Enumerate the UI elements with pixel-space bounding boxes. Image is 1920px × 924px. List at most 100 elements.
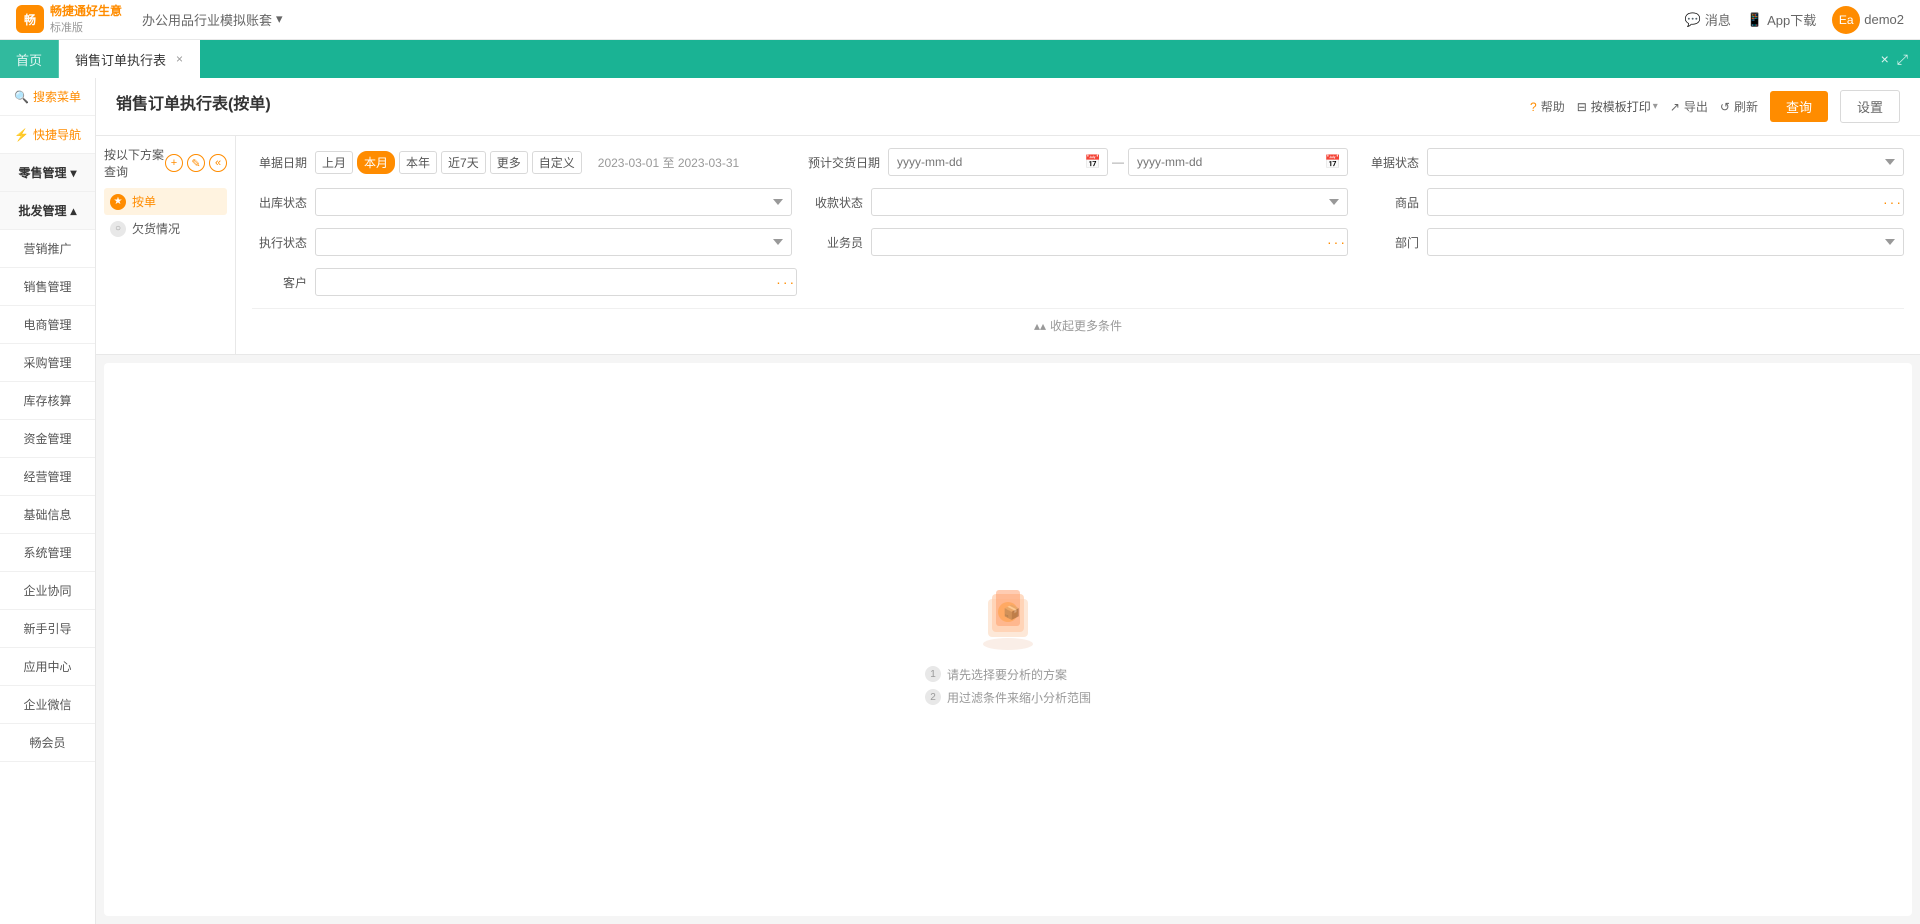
sales-input-wrap[interactable]: ···: [871, 228, 1348, 256]
scheme-item-shortage[interactable]: ○ 欠货情况: [104, 215, 227, 242]
filter-exec-field: 执行状态: [252, 228, 792, 256]
sidebar-item-wholesale[interactable]: 批发管理 ▴: [0, 192, 95, 230]
breadcrumb-arrow[interactable]: ▾: [276, 11, 283, 27]
sidebar-item-sales[interactable]: 销售管理: [0, 268, 95, 306]
header-right: 💬 消息 📱 App下载 Ea demo2: [1685, 6, 1904, 34]
sidebar-item-finance[interactable]: 资金管理: [0, 420, 95, 458]
sidebar-item-member[interactable]: 畅会员: [0, 724, 95, 762]
expected-date-start[interactable]: 📅: [888, 148, 1108, 176]
expected-date-start-input[interactable]: [889, 155, 1079, 169]
goods-dots-icon[interactable]: ···: [1883, 194, 1903, 210]
message-btn[interactable]: 💬 消息: [1685, 10, 1731, 29]
tab-sales-order-label: 销售订单执行表: [75, 50, 166, 69]
scheme-icon-secondary: ○: [110, 221, 126, 237]
status-label: 单据状态: [1364, 154, 1419, 171]
empty-step-1-text: 请先选择要分析的方案: [947, 666, 1067, 683]
scheme-header-title: 按以下方案查询: [104, 146, 165, 180]
sidebar-item-operations[interactable]: 经营管理: [0, 458, 95, 496]
date-btn-cur-month[interactable]: 本月: [357, 151, 395, 174]
sidebar-item-enterprise[interactable]: 企业协同: [0, 572, 95, 610]
sidebar-system-label: 系统管理: [23, 544, 71, 561]
scheme-item-shortage-label: 欠货情况: [132, 220, 180, 237]
empty-step-1: 1 请先选择要分析的方案: [925, 666, 1091, 683]
query-button[interactable]: 查询: [1770, 91, 1828, 122]
window-close-icon[interactable]: ×: [1881, 51, 1889, 67]
tab-close-icon[interactable]: ×: [176, 52, 183, 66]
sidebar-item-ecommerce[interactable]: 电商管理: [0, 306, 95, 344]
sales-input[interactable]: [872, 235, 1327, 249]
sidebar-item-apps[interactable]: 应用中心: [0, 648, 95, 686]
collapse-btn[interactable]: ▴▴ 收起更多条件: [252, 308, 1904, 342]
settings-button[interactable]: 设置: [1840, 90, 1900, 123]
goods-input[interactable]: [1428, 195, 1883, 209]
sidebar-item-wechat[interactable]: 企业微信: [0, 686, 95, 724]
print-btn[interactable]: ⊟ 按模板打印 ▾: [1577, 98, 1658, 115]
expected-date-label: 预计交货日期: [808, 154, 880, 171]
scheme-icon-active: ★: [110, 194, 126, 210]
status-select[interactable]: [1427, 148, 1904, 176]
sidebar-enterprise-label: 企业协同: [23, 582, 71, 599]
date-separator: —: [1112, 155, 1124, 169]
exec-select[interactable]: [315, 228, 792, 256]
tab-home[interactable]: 首页: [0, 40, 59, 78]
app-download-btn[interactable]: 📱 App下载: [1747, 10, 1816, 29]
sidebar-item-newuser[interactable]: 新手引导: [0, 610, 95, 648]
scheme-sidebar: 按以下方案查询 + ✎ « ★ 按单 ○ 欠货情况: [96, 136, 236, 354]
app-download-label: App下载: [1767, 10, 1816, 29]
goods-input-wrap[interactable]: ···: [1427, 188, 1904, 216]
expected-date-end[interactable]: 📅: [1128, 148, 1348, 176]
date-btn-more[interactable]: 更多: [490, 151, 528, 174]
refresh-btn[interactable]: ↺ 刷新: [1720, 98, 1758, 115]
scheme-item-order[interactable]: ★ 按单: [104, 188, 227, 215]
filter-row-3: 执行状态 业务员 ··· 部门: [252, 228, 1904, 256]
filter-row-4: 客户 ···: [252, 268, 1904, 296]
filter-date-field: 单据日期 上月 本月 本年 近7天 更多 自定义 2023-03-01 至 20…: [252, 151, 792, 174]
print-main: ⊟ 按模板打印: [1577, 98, 1651, 115]
dept-select[interactable]: [1427, 228, 1904, 256]
refresh-label: 刷新: [1734, 98, 1758, 115]
sidebar-item-purchase[interactable]: 采购管理: [0, 344, 95, 382]
sidebar-item-inventory[interactable]: 库存核算: [0, 382, 95, 420]
expected-date-end-input[interactable]: [1129, 155, 1319, 169]
sidebar-item-system[interactable]: 系统管理: [0, 534, 95, 572]
refresh-icon: ↺: [1720, 100, 1730, 114]
sidebar-finance-label: 资金管理: [23, 430, 71, 447]
sidebar-item-basic[interactable]: 基础信息: [0, 496, 95, 534]
sales-dots-icon[interactable]: ···: [1327, 234, 1347, 250]
date-btn-7days[interactable]: 近7天: [441, 151, 486, 174]
filter-sales-field: 业务员 ···: [808, 228, 1348, 256]
date-btn-year[interactable]: 本年: [399, 151, 437, 174]
export-btn[interactable]: ↗ 导出: [1670, 98, 1708, 115]
scheme-edit-btn[interactable]: ✎: [187, 154, 205, 172]
breadcrumb: 办公用品行业模拟账套 ▾: [142, 10, 283, 29]
phone-icon: 📱: [1747, 12, 1763, 28]
sales-label: 业务员: [808, 234, 863, 251]
filter-status-field: 单据状态: [1364, 148, 1904, 176]
logo-icon: 畅: [16, 5, 44, 33]
sidebar-search[interactable]: 🔍 搜索菜单: [0, 78, 95, 116]
data-area: 📦 1 请先选择要分析的方案 2 用过滤条件来缩小分析范围: [104, 363, 1912, 916]
customer-input-wrap[interactable]: ···: [315, 268, 797, 296]
scheme-add-btn[interactable]: +: [165, 154, 183, 172]
outstock-label: 出库状态: [252, 194, 307, 211]
outstock-select[interactable]: [315, 188, 792, 216]
filter-panel: 按以下方案查询 + ✎ « ★ 按单 ○ 欠货情况: [96, 136, 1920, 355]
date-btn-custom[interactable]: 自定义: [532, 151, 582, 174]
sidebar-item-retail[interactable]: 零售管理 ▾: [0, 154, 95, 192]
sidebar-item-marketing[interactable]: 营销推广: [0, 230, 95, 268]
tab-sales-order[interactable]: 销售订单执行表 ×: [59, 40, 200, 78]
user-area[interactable]: Ea demo2: [1832, 6, 1904, 34]
collapse-text: 收起更多条件: [1050, 317, 1122, 334]
sidebar-quick-nav[interactable]: ⚡ 快捷导航: [0, 116, 95, 154]
help-btn[interactable]: ? 帮助: [1530, 98, 1565, 115]
empty-step-2-text: 用过滤条件来缩小分析范围: [947, 689, 1091, 706]
date-btn-prev-month[interactable]: 上月: [315, 151, 353, 174]
filter-customer-field: 客户 ···: [252, 268, 797, 296]
window-expand-icon[interactable]: ⤢: [1897, 51, 1908, 68]
nav-icon: ⚡: [14, 128, 29, 142]
scheme-collapse-btn[interactable]: «: [209, 154, 227, 172]
customer-input[interactable]: [316, 275, 776, 289]
pay-select[interactable]: [871, 188, 1348, 216]
logo-sub: 标准版: [50, 19, 122, 35]
customer-dots-icon[interactable]: ···: [776, 274, 796, 290]
